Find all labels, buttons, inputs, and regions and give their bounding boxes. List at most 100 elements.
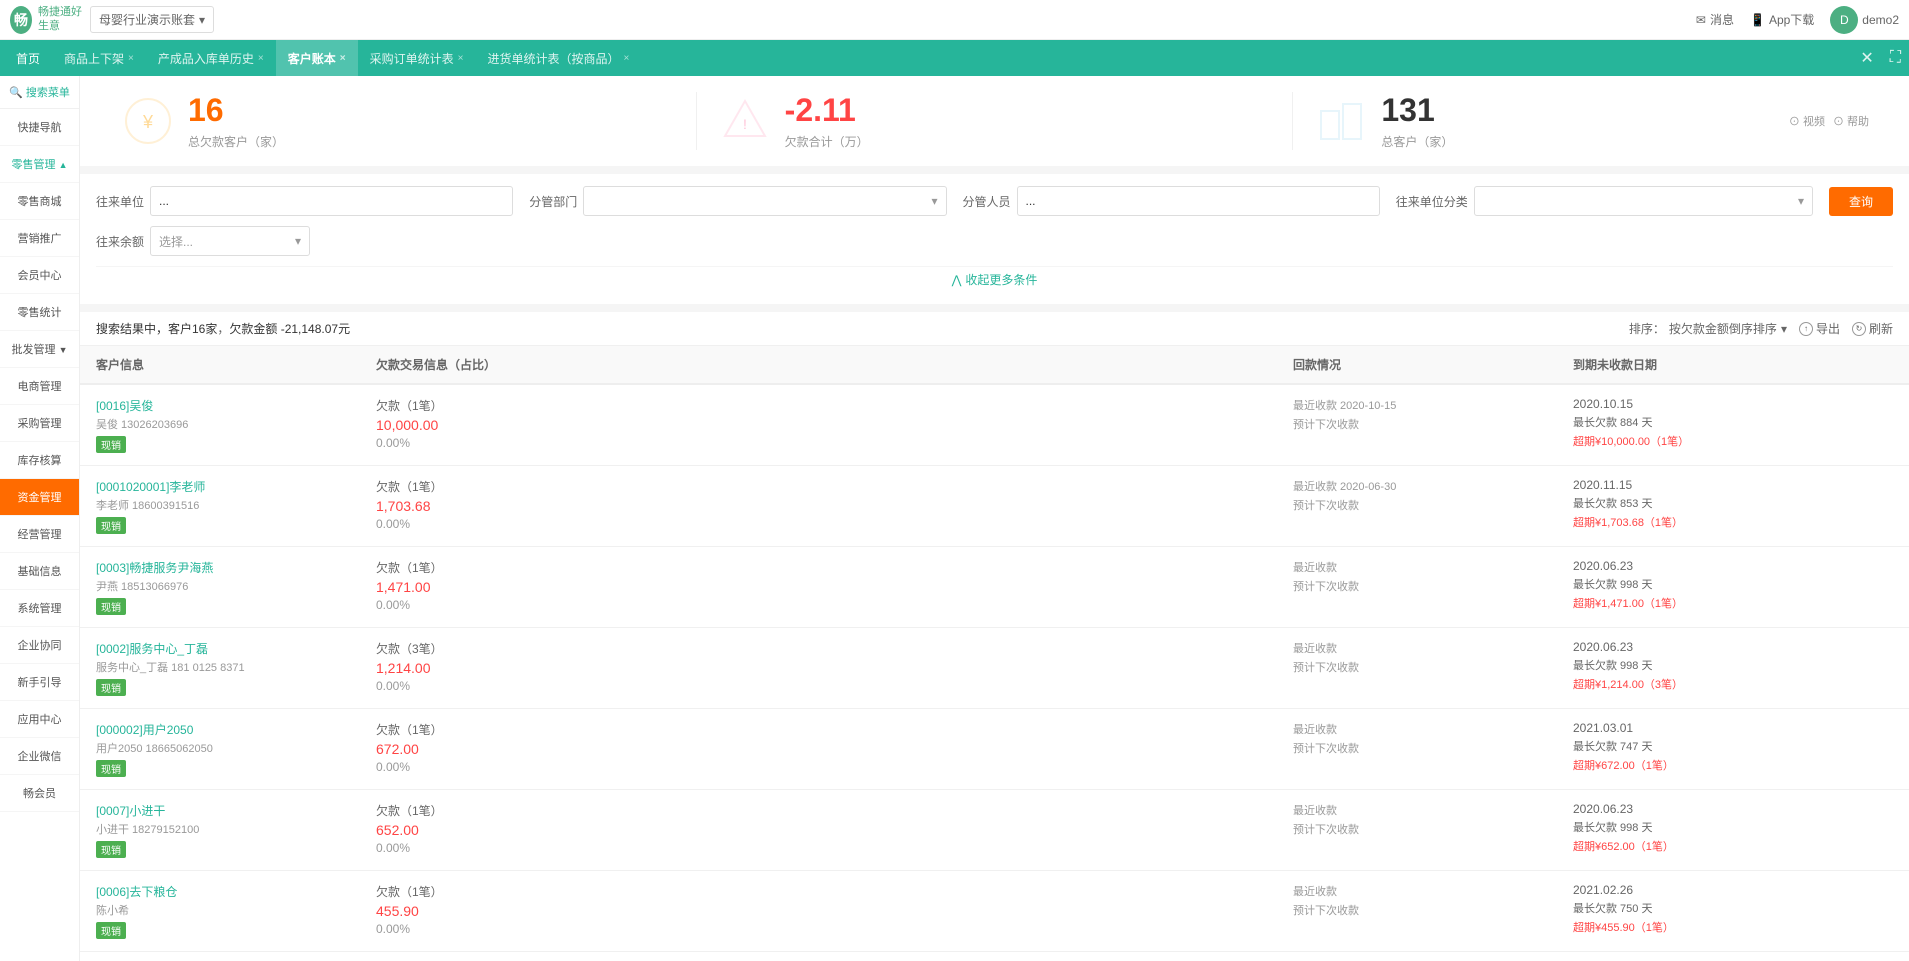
- customer-tag-0: 现销: [96, 436, 126, 453]
- filter-area: 往来单位 ... 分管部门 ▾ 分管人员 ...: [80, 174, 1909, 304]
- debt-ratio-5: 0.00%: [376, 841, 1293, 855]
- filter-row-2: 往来余额 选择... ▾: [96, 226, 1893, 256]
- sidebar-item-wholesale[interactable]: 批发管理 ▼: [0, 331, 79, 368]
- help-button[interactable]: ⊙ 帮助: [1833, 113, 1869, 129]
- total-customers-icon: [1313, 93, 1369, 149]
- payback-next-3: 预计下次收款: [1293, 659, 1573, 675]
- tab-customer-account[interactable]: 客户账本 ×: [276, 40, 358, 76]
- from-unit-input[interactable]: ...: [150, 186, 513, 216]
- stat-card-total-customers: 131 总客户（家） ⊙ 视频 ⊙ 帮助: [1293, 92, 1889, 150]
- app-download-button[interactable]: 📱 App下载: [1750, 11, 1814, 28]
- overdue-date-6: 2021.02.26: [1573, 883, 1893, 897]
- tab-home[interactable]: 首页: [4, 50, 52, 67]
- user-menu[interactable]: D demo2: [1830, 6, 1899, 34]
- sidebar-item-purchase[interactable]: 采购管理: [0, 405, 79, 442]
- overdue-days-2: 最长欠款 998 天: [1573, 576, 1893, 592]
- overdue-link-0[interactable]: 超期¥10,000.00（1笔）: [1573, 433, 1893, 449]
- table-row: [000001]黄思源 黄思源 13552700226 现销 欠款（1笔） 42…: [80, 952, 1909, 961]
- sidebar-item-system[interactable]: 系统管理: [0, 590, 79, 627]
- customer-name-2[interactable]: [0003]畅捷服务尹海燕: [96, 559, 376, 576]
- customer-name-3[interactable]: [0002]服务中心_丁磊: [96, 640, 376, 657]
- debt-info-4: 欠款（1笔） 672.00 0.00%: [376, 721, 1293, 774]
- debt-ratio-6: 0.00%: [376, 922, 1293, 936]
- collapse-filter-button[interactable]: ⋀ 收起更多条件: [96, 266, 1893, 292]
- sidebar-item-guide[interactable]: 新手引导: [0, 664, 79, 701]
- filter-person: 分管人员 ...: [963, 186, 1380, 216]
- close-tab-icon[interactable]: ×: [623, 53, 629, 64]
- top-right: ✉ 消息 📱 App下载 D demo2: [1696, 6, 1899, 34]
- tab-product-history[interactable]: 产成品入库单历史 ×: [146, 40, 276, 76]
- stat-help-buttons: ⊙ 视频 ⊙ 帮助: [1789, 113, 1869, 129]
- payback-next-4: 预计下次收款: [1293, 740, 1573, 756]
- overdue-link-6[interactable]: 超期¥455.90（1笔）: [1573, 919, 1893, 935]
- overdue-info-2: 2020.06.23 最长欠款 998 天 超期¥1,471.00（1笔）: [1573, 559, 1893, 611]
- sidebar-item-wechat[interactable]: 企业微信: [0, 738, 79, 775]
- filter-from-unit: 往来单位 ...: [96, 186, 513, 216]
- customer-name-1[interactable]: [0001020001]李老师: [96, 478, 376, 495]
- tab-purchase-order[interactable]: 采购订单统计表 ×: [358, 40, 476, 76]
- balance-select[interactable]: 选择... ▾: [150, 226, 310, 256]
- close-all-tabs-button[interactable]: ✕: [1856, 48, 1877, 68]
- overdue-date-1: 2020.11.15: [1573, 478, 1893, 492]
- results-actions: 排序： 按欠款金额倒序排序 ▾ ↑ 导出 ↻ 刷新: [1629, 320, 1893, 337]
- sidebar-item-apps[interactable]: 应用中心: [0, 701, 79, 738]
- sidebar-item-inventory[interactable]: 库存核算: [0, 442, 79, 479]
- debt-amount-2: 1,471.00: [376, 579, 1293, 595]
- payback-info-1: 最近收款 2020-06-30 预计下次收款: [1293, 478, 1573, 513]
- dept-dropdown-icon: ▾: [931, 194, 937, 208]
- query-button[interactable]: 查询: [1829, 187, 1893, 216]
- overdue-link-3[interactable]: 超期¥1,214.00（3笔）: [1573, 676, 1893, 692]
- sidebar-item-ecommerce[interactable]: 电商管理: [0, 368, 79, 405]
- close-tab-icon[interactable]: ×: [340, 53, 346, 64]
- maximize-button[interactable]: ⛶: [1886, 49, 1905, 67]
- data-table: [0016]吴俊 吴俊 13026203696 现销 欠款（1笔） 10,000…: [80, 385, 1909, 961]
- sidebar-item-marketing[interactable]: 营销推广: [0, 220, 79, 257]
- tab-goods-stats[interactable]: 进货单统计表（按商品） ×: [475, 40, 641, 76]
- results-bar: 搜索结果中，客户16家，欠款金额 -21,148.07元 排序： 按欠款金额倒序…: [80, 312, 1909, 346]
- sidebar-item-retail-mall[interactable]: 零售商城: [0, 183, 79, 220]
- results-info: 搜索结果中，客户16家，欠款金额 -21,148.07元: [96, 320, 350, 337]
- overdue-link-2[interactable]: 超期¥1,471.00（1笔）: [1573, 595, 1893, 611]
- sidebar-item-member[interactable]: 会员中心: [0, 257, 79, 294]
- export-button[interactable]: ↑ 导出: [1799, 320, 1840, 337]
- overdue-link-5[interactable]: 超期¥652.00（1笔）: [1573, 838, 1893, 854]
- overdue-link-1[interactable]: 超期¥1,703.68（1笔）: [1573, 514, 1893, 530]
- customer-name-5[interactable]: [0007]小进干: [96, 802, 376, 819]
- customer-name-0[interactable]: [0016]吴俊: [96, 397, 376, 414]
- company-selector[interactable]: 母婴行业演示账套 ▾: [90, 6, 214, 33]
- unit-category-select[interactable]: ▾: [1474, 186, 1813, 216]
- video-help-button[interactable]: ⊙ 视频: [1789, 113, 1825, 129]
- stat-card-debt-customers: ¥ 16 总欠款客户（家）: [100, 92, 697, 150]
- table-row: [0006]去下粮仓 陈小希 现销 欠款（1笔） 455.90 0.00% 最近…: [80, 871, 1909, 952]
- sidebar-item-retail-stats[interactable]: 零售统计: [0, 294, 79, 331]
- debt-count-4: 欠款（1笔）: [376, 721, 1293, 738]
- header-debt: 欠款交易信息（占比）: [376, 356, 1293, 373]
- from-unit-label: 往来单位: [96, 193, 144, 210]
- sidebar-item-finance[interactable]: 资金管理: [0, 479, 79, 516]
- sidebar-item-retail-mgmt[interactable]: 零售管理 ▲: [0, 146, 79, 183]
- message-button[interactable]: ✉ 消息: [1696, 11, 1734, 28]
- customer-name-4[interactable]: [000002]用户2050: [96, 721, 376, 738]
- sidebar-item-member2[interactable]: 畅会员: [0, 775, 79, 812]
- header-customer: 客户信息: [96, 356, 376, 373]
- overdue-link-4[interactable]: 超期¥672.00（1笔）: [1573, 757, 1893, 773]
- sidebar-search[interactable]: 🔍 搜索菜单: [0, 76, 79, 109]
- close-tab-icon[interactable]: ×: [128, 53, 134, 64]
- close-tab-icon[interactable]: ×: [258, 53, 264, 64]
- sidebar-item-operation[interactable]: 经营管理: [0, 516, 79, 553]
- dept-select[interactable]: ▾: [583, 186, 946, 216]
- close-tab-icon[interactable]: ×: [458, 53, 464, 64]
- person-input[interactable]: ...: [1017, 186, 1380, 216]
- refresh-button[interactable]: ↻ 刷新: [1852, 320, 1893, 337]
- sidebar-item-quick-nav[interactable]: 快捷导航: [0, 109, 79, 146]
- filter-row-1: 往来单位 ... 分管部门 ▾ 分管人员 ...: [96, 186, 1893, 216]
- sidebar-item-basic-info[interactable]: 基础信息: [0, 553, 79, 590]
- customer-contact-5: 小进干 18279152100: [96, 821, 376, 837]
- overdue-info-5: 2020.06.23 最长欠款 998 天 超期¥652.00（1笔）: [1573, 802, 1893, 854]
- sort-select[interactable]: 排序： 按欠款金额倒序排序 ▾: [1629, 320, 1787, 337]
- debt-customers-label: 总欠款客户（家）: [188, 133, 284, 150]
- customer-contact-3: 服务中心_丁磊 181 0125 8371: [96, 659, 376, 675]
- tab-product-listing[interactable]: 商品上下架 ×: [52, 40, 146, 76]
- sidebar-item-collab[interactable]: 企业协同: [0, 627, 79, 664]
- customer-name-6[interactable]: [0006]去下粮仓: [96, 883, 376, 900]
